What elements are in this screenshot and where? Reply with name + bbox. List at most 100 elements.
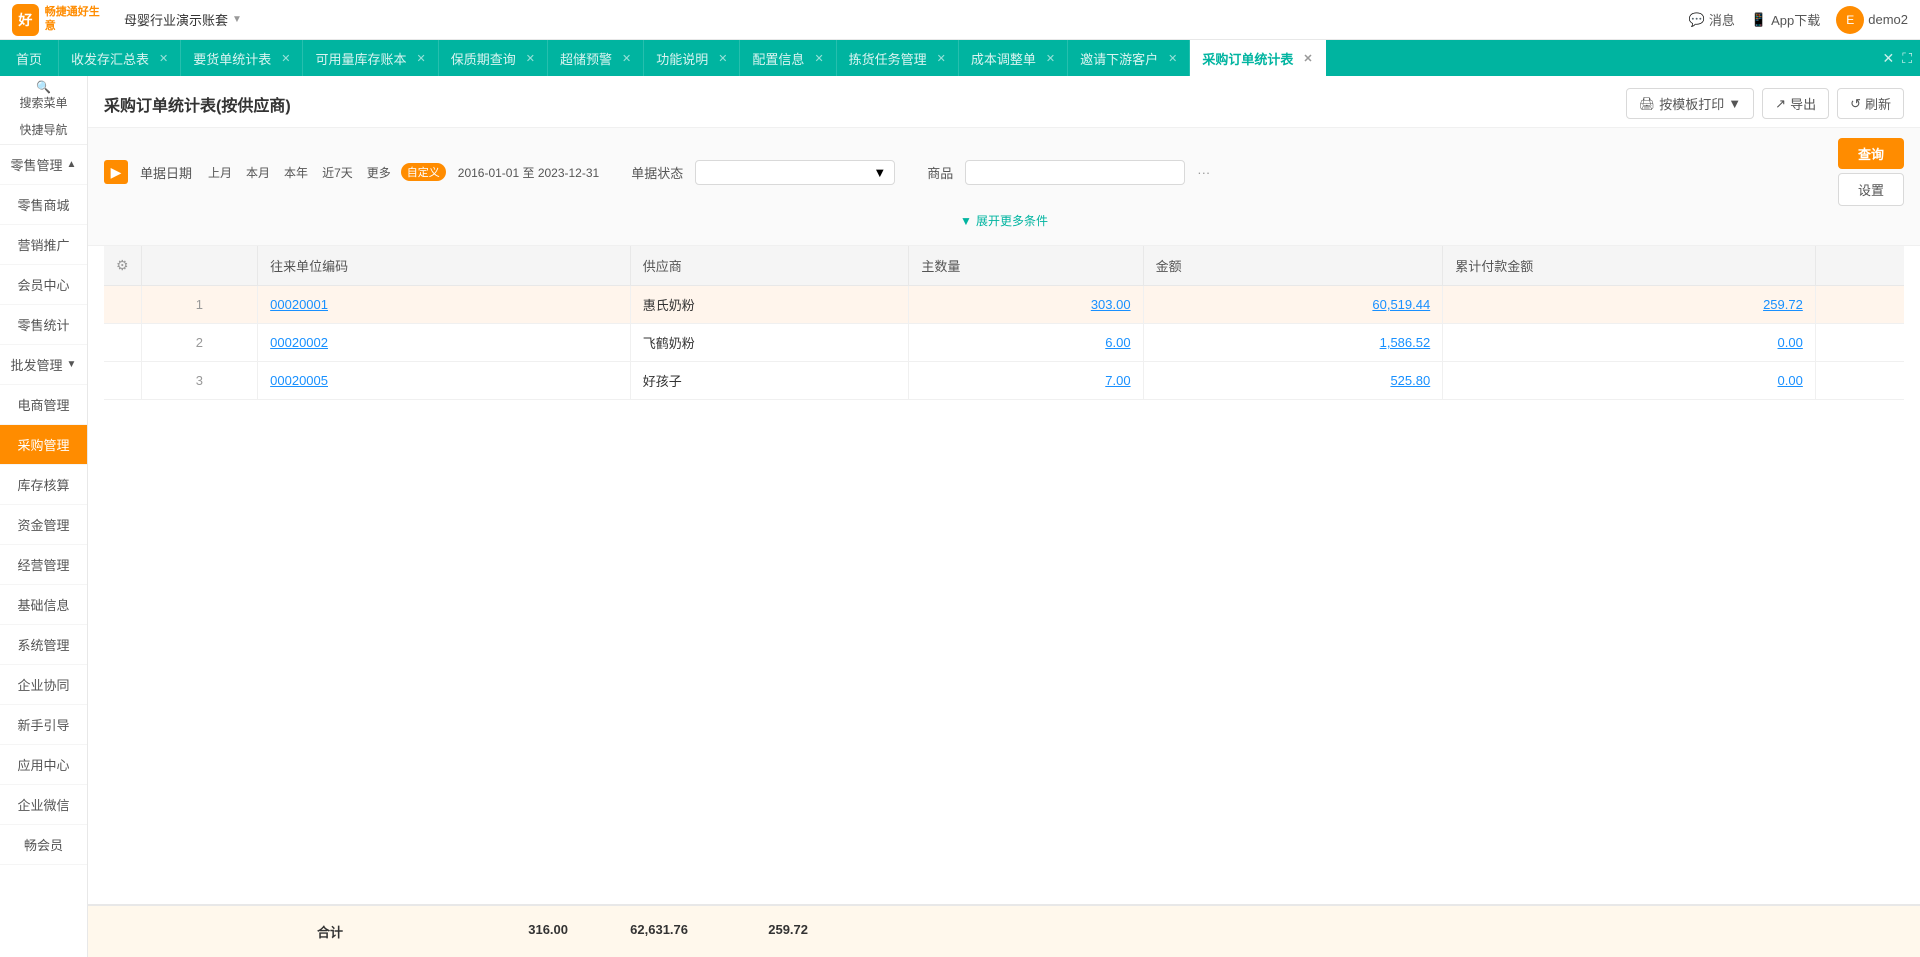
table-row[interactable]: 3 00020005 好孩子 7.00 525.80 0.00	[104, 362, 1904, 400]
sidebar-item-base-info[interactable]: 基础信息	[0, 585, 87, 625]
date-shortcuts: 上月 本月 本年 近7天 更多 自定义	[204, 162, 446, 183]
sidebar-item-label: 应用中心	[17, 755, 69, 774]
date-custom-badge[interactable]: 自定义	[401, 163, 446, 181]
row-amount[interactable]: 525.80	[1143, 362, 1443, 400]
row-qty[interactable]: 7.00	[909, 362, 1143, 400]
tab-maximize[interactable]: ⛶	[1902, 50, 1912, 67]
tab-shoufacun[interactable]: 收发存汇总表 ✕	[59, 40, 181, 76]
export-icon: ↗	[1775, 96, 1786, 112]
sidebar-item-ecommerce[interactable]: 电商管理	[0, 385, 87, 425]
row-extra	[1815, 286, 1904, 324]
close-icon[interactable]: ✕	[526, 52, 535, 65]
row-amount[interactable]: 60,519.44	[1143, 286, 1443, 324]
sidebar-item-finance[interactable]: 资金管理	[0, 505, 87, 545]
row-paid[interactable]: 259.72	[1443, 286, 1816, 324]
settings-icon[interactable]: ⚙	[116, 257, 129, 273]
expand-more-btn[interactable]: ▼ 展开更多条件	[104, 206, 1904, 235]
close-icon[interactable]: ✕	[937, 52, 946, 65]
row-code[interactable]: 00020001	[258, 286, 631, 324]
row-amount[interactable]: 1,586.52	[1143, 324, 1443, 362]
shortcut-7days[interactable]: 近7天	[318, 162, 357, 183]
tab-yaohuo[interactable]: 要货单统计表 ✕	[181, 40, 303, 76]
sidebar-item-label: 新手引导	[17, 715, 69, 734]
tab-label: 收发存汇总表	[71, 49, 149, 68]
tab-jianhuo[interactable]: 拣货任务管理 ✕	[837, 40, 959, 76]
org-selector[interactable]: 母婴行业演示账套 ▼	[124, 10, 242, 29]
template-print-button[interactable]: 🖨 按模板打印 ▼	[1626, 88, 1754, 119]
shortcut-this-month[interactable]: 本月	[242, 162, 274, 183]
tab-peizhi[interactable]: 配置信息 ✕	[740, 40, 836, 76]
sidebar-item-label: 批发管理	[11, 355, 63, 374]
close-icon[interactable]: ✕	[1168, 52, 1177, 65]
sidebar-item-label: 企业微信	[17, 795, 69, 814]
sidebar-item-label: 零售管理	[11, 155, 63, 174]
tab-baozhi[interactable]: 保质期查询 ✕	[439, 40, 548, 76]
sidebar-item-wechat[interactable]: 企业微信	[0, 785, 87, 825]
close-icon[interactable]: ✕	[159, 52, 168, 65]
tab-chaochuyujing[interactable]: 超储预警 ✕	[548, 40, 644, 76]
row-qty[interactable]: 6.00	[909, 324, 1143, 362]
tab-close-all[interactable]: ✕	[1882, 50, 1894, 67]
sidebar-item-newbie[interactable]: 新手引导	[0, 705, 87, 745]
tab-yaoqing[interactable]: 邀请下游客户 ✕	[1068, 40, 1190, 76]
col-index	[141, 246, 258, 286]
refresh-button[interactable]: ↺ 刷新	[1837, 88, 1904, 119]
close-icon[interactable]: ✕	[814, 52, 823, 65]
sidebar-quick-nav[interactable]: 快捷导航	[0, 115, 87, 145]
row-code[interactable]: 00020005	[258, 362, 631, 400]
row-paid[interactable]: 0.00	[1443, 362, 1816, 400]
sidebar-search-btn[interactable]: 🔍 搜索菜单	[0, 76, 87, 115]
sidebar-item-purchase[interactable]: 采购管理	[0, 425, 87, 465]
sidebar-item-member[interactable]: 会员中心	[0, 265, 87, 305]
logo-icon: 好	[12, 4, 39, 36]
close-icon[interactable]: ✕	[622, 52, 631, 65]
sidebar-item-retail-stats[interactable]: 零售统计	[0, 305, 87, 345]
tab-gongneng[interactable]: 功能说明 ✕	[644, 40, 740, 76]
goods-input[interactable]	[965, 160, 1185, 185]
filter-toggle-btn[interactable]: ▶	[104, 160, 128, 184]
tab-caigou-active[interactable]: 采购订单统计表 ✕	[1190, 40, 1325, 76]
sidebar-item-retail-mall[interactable]: 零售商城	[0, 185, 87, 225]
sidebar-item-enterprise[interactable]: 企业协同	[0, 665, 87, 705]
sidebar-item-wholesale[interactable]: 批发管理 ▼	[0, 345, 87, 385]
settings-button[interactable]: 设置	[1838, 173, 1904, 206]
close-icon[interactable]: ✕	[281, 52, 290, 65]
sidebar-item-app-center[interactable]: 应用中心	[0, 745, 87, 785]
refresh-icon: ↺	[1850, 96, 1861, 112]
status-select[interactable]: ▼	[695, 160, 895, 185]
tab-home[interactable]: 首页	[0, 40, 59, 76]
message-btn[interactable]: 💬 消息	[1689, 10, 1735, 29]
sidebar-item-vip[interactable]: 畅会员	[0, 825, 87, 865]
tab-chengben[interactable]: 成本调整单 ✕	[959, 40, 1068, 76]
close-icon[interactable]: ✕	[718, 52, 727, 65]
shortcut-more[interactable]: 更多	[363, 162, 395, 183]
export-button[interactable]: ↗ 导出	[1762, 88, 1829, 119]
main-layout: 🔍 搜索菜单 快捷导航 零售管理 ▲ 零售商城 营销推广 会员中心 零售统计 批…	[0, 76, 1920, 957]
tab-label: 拣货任务管理	[849, 49, 927, 68]
table-row[interactable]: 2 00020002 飞鹤奶粉 6.00 1,586.52 0.00	[104, 324, 1904, 362]
row-code[interactable]: 00020002	[258, 324, 631, 362]
logo-area: 好 畅捷通好生意	[12, 4, 100, 36]
expand-arrow-icon: ▲	[67, 159, 77, 170]
app-download-label: App下载	[1771, 10, 1820, 29]
user-profile[interactable]: E demo2	[1836, 6, 1908, 34]
close-icon[interactable]: ✕	[1303, 52, 1312, 65]
sidebar-item-system[interactable]: 系统管理	[0, 625, 87, 665]
sidebar-item-label: 系统管理	[17, 635, 69, 654]
close-icon[interactable]: ✕	[417, 52, 426, 65]
sidebar-item-operations[interactable]: 经营管理	[0, 545, 87, 585]
tab-keyongliang[interactable]: 可用量库存账本 ✕	[303, 40, 438, 76]
shortcut-this-year[interactable]: 本年	[280, 162, 312, 183]
shortcut-last-month[interactable]: 上月	[204, 162, 236, 183]
table-row[interactable]: 1 00020001 惠氏奶粉 303.00 60,519.44 259.72	[104, 286, 1904, 324]
close-icon[interactable]: ✕	[1046, 52, 1055, 65]
app-download-btn[interactable]: 📱 App下载	[1751, 10, 1820, 29]
row-qty[interactable]: 303.00	[909, 286, 1143, 324]
sidebar-item-inventory[interactable]: 库存核算	[0, 465, 87, 505]
query-button[interactable]: 查询	[1838, 138, 1904, 169]
footer-paid: 259.72	[700, 916, 820, 947]
sidebar-item-retail-manage[interactable]: 零售管理 ▲	[0, 145, 87, 185]
row-paid[interactable]: 0.00	[1443, 324, 1816, 362]
col-amount: 金额	[1143, 246, 1443, 286]
sidebar-item-marketing[interactable]: 营销推广	[0, 225, 87, 265]
